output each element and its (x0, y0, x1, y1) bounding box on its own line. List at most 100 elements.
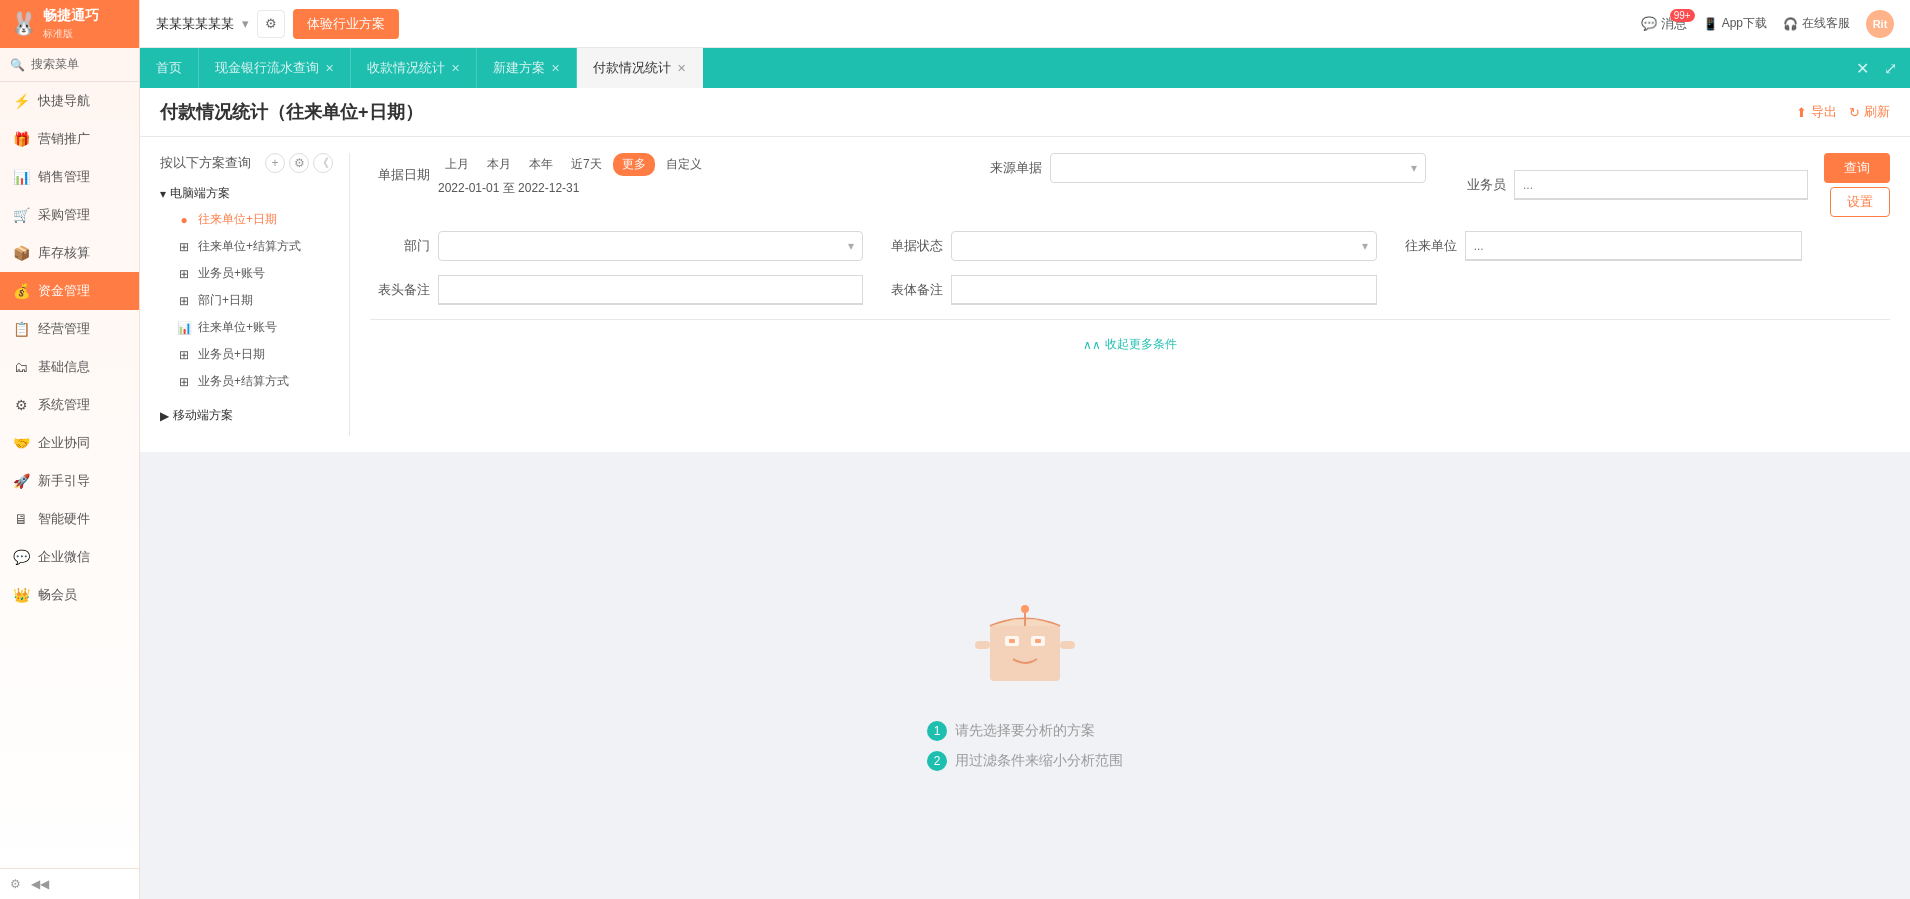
sidebar-item-sales[interactable]: 📊 销售管理 (0, 158, 139, 196)
date-btn-last-month[interactable]: 上月 (438, 153, 476, 176)
sidebar-item-wechat[interactable]: 💬 企业微信 (0, 538, 139, 576)
scheme-item-label: 业务员+日期 (198, 346, 265, 363)
tab-expand-btn[interactable]: ⤢ (1878, 56, 1902, 80)
dept-select[interactable]: ▾ (438, 231, 863, 261)
tab-receipt-stats-close[interactable]: ✕ (451, 62, 460, 75)
tab-close-all-btn[interactable]: ✕ (1850, 56, 1874, 80)
sidebar-item-basic[interactable]: 🗂 基础信息 (0, 348, 139, 386)
date-btn-this-year[interactable]: 本年 (522, 153, 560, 176)
quick-nav-icon: ⚡ (12, 92, 30, 110)
date-btn-custom[interactable]: 自定义 (659, 153, 709, 176)
sidebar-item-label: 企业协同 (38, 434, 90, 452)
tip-num-2: 2 (927, 751, 947, 771)
query-btn[interactable]: 查询 (1824, 153, 1890, 183)
tab-cash-flow-close[interactable]: ✕ (325, 62, 334, 75)
filter-settings-btn[interactable]: 设置 (1830, 187, 1890, 217)
collapse-filter-btn[interactable]: ∧∧ 收起更多条件 (1083, 328, 1177, 361)
tab-receipt-stats[interactable]: 收款情况统计 ✕ (351, 48, 477, 88)
source-bill-select[interactable]: ▾ (1050, 153, 1426, 183)
scheme-item-partner-date[interactable]: ● 往来单位+日期 (160, 206, 333, 233)
tip-num-1: 1 (927, 721, 947, 741)
refresh-icon: ↻ (1849, 105, 1860, 120)
bill-status-select[interactable]: ▾ (951, 231, 1376, 261)
topbar-left: 某某某某某某 ▾ ⚙ 体验行业方案 (156, 9, 1629, 39)
date-btn-this-month[interactable]: 本月 (480, 153, 518, 176)
date-btn-more[interactable]: 更多 (613, 153, 655, 176)
mobile-group-arrow: ▶ (160, 409, 169, 423)
collapse-panel-btn[interactable]: 《 (313, 153, 333, 173)
add-scheme-btn[interactable]: + (265, 153, 285, 173)
table-header-note-label: 表头备注 (370, 281, 430, 299)
avatar[interactable]: Rit (1866, 10, 1894, 38)
logo-version: 标准版 (43, 27, 99, 41)
export-btn[interactable]: ⬆ 导出 (1796, 103, 1837, 121)
table-body-note-input[interactable] (951, 275, 1376, 305)
sidebar-item-system[interactable]: ⚙ 系统管理 (0, 386, 139, 424)
sidebar-item-label: 资金管理 (38, 282, 90, 300)
message-btn[interactable]: 💬 消息 99+ (1641, 15, 1687, 33)
sidebar-item-member[interactable]: 👑 畅会员 (0, 576, 139, 614)
tab-new-scheme-close[interactable]: ✕ (551, 62, 560, 75)
app-download-btn[interactable]: 📱 App下载 (1703, 15, 1767, 32)
sidebar-logo: 🐰 畅捷通巧 标准版 (0, 0, 139, 48)
refresh-btn[interactable]: ↻ 刷新 (1849, 103, 1890, 121)
company-name: 某某某某某某 (156, 15, 234, 33)
operation-icon: 📋 (12, 320, 30, 338)
mobile-group-header[interactable]: ▶ 移动端方案 (160, 403, 333, 428)
sidebar-item-inventory[interactable]: 📦 库存核算 (0, 234, 139, 272)
tab-payment-stats-close[interactable]: ✕ (677, 62, 686, 75)
page-actions: ⬆ 导出 ↻ 刷新 (1796, 103, 1890, 121)
sidebar-item-capital[interactable]: 💰 资金管理 (0, 272, 139, 310)
sidebar-item-guide[interactable]: 🚀 新手引导 (0, 462, 139, 500)
settings-footer-btn[interactable]: ⚙ (10, 877, 21, 891)
date-range-value: 2022-01-01 至 2022-12-31 (438, 180, 579, 197)
trial-btn[interactable]: 体验行业方案 (293, 9, 399, 39)
sidebar-item-operation[interactable]: 📋 经营管理 (0, 310, 139, 348)
scheme-item-staff-date[interactable]: ⊞ 业务员+日期 (160, 341, 333, 368)
scheme-icon: ⊞ (176, 293, 192, 309)
empty-state: 1 请先选择要分析的方案 2 用过滤条件来缩小分析范围 (140, 452, 1910, 899)
date-btn-last-7[interactable]: 近7天 (564, 153, 609, 176)
staff-input[interactable] (1514, 170, 1808, 200)
scheme-item-partner-settle[interactable]: ⊞ 往来单位+结算方式 (160, 233, 333, 260)
company-dropdown-arrow[interactable]: ▾ (242, 16, 249, 31)
sidebar-item-hardware[interactable]: 🖥 智能硬件 (0, 500, 139, 538)
scheme-settings-btn[interactable]: ⚙ (289, 153, 309, 173)
partner-input[interactable] (1465, 231, 1802, 261)
sidebar-item-marketing[interactable]: 🎁 营销推广 (0, 120, 139, 158)
mobile-scheme-group: ▶ 移动端方案 (160, 403, 333, 428)
partner-label: 往来单位 (1397, 237, 1457, 255)
table-header-note-input[interactable] (438, 275, 863, 305)
sidebar-item-label: 基础信息 (38, 358, 90, 376)
service-icon: 🎧 (1783, 17, 1798, 31)
scheme-item-dept-date[interactable]: ⊞ 部门+日期 (160, 287, 333, 314)
svg-rect-3 (1009, 639, 1015, 643)
scheme-item-staff-settle[interactable]: ⊞ 业务员+结算方式 (160, 368, 333, 395)
tab-home-label: 首页 (156, 59, 182, 77)
topbar-gear-btn[interactable]: ⚙ (257, 10, 285, 38)
collapse-sidebar-btn[interactable]: ◀◀ (31, 877, 49, 891)
tab-new-scheme[interactable]: 新建方案 ✕ (477, 48, 577, 88)
tab-new-scheme-label: 新建方案 (493, 59, 545, 77)
sidebar-search[interactable]: 🔍 搜索菜单 (0, 48, 139, 82)
sidebar-item-quick-nav[interactable]: ⚡ 快捷导航 (0, 82, 139, 120)
svg-rect-8 (1060, 641, 1075, 649)
tab-home[interactable]: 首页 (140, 48, 199, 88)
topbar: 某某某某某某 ▾ ⚙ 体验行业方案 💬 消息 99+ 📱 App下载 🎧 在线客… (140, 0, 1910, 48)
sidebar-item-label: 系统管理 (38, 396, 90, 414)
wechat-icon: 💬 (12, 548, 30, 566)
scheme-item-staff-account[interactable]: ⊞ 业务员+账号 (160, 260, 333, 287)
filter-area: 按以下方案查询 + ⚙ 《 ▾ 电脑端方案 ● 往来单位+日期 (140, 137, 1910, 452)
mobile-group-label: 移动端方案 (173, 407, 233, 424)
desktop-group-header[interactable]: ▾ 电脑端方案 (160, 181, 333, 206)
sidebar-item-enterprise[interactable]: 🤝 企业协同 (0, 424, 139, 462)
date-filter-content: 上月 本月 本年 近7天 更多 自定义 2022-01-01 至 2022-12… (438, 153, 962, 197)
tab-cash-flow[interactable]: 现金银行流水查询 ✕ (199, 48, 351, 88)
online-service-btn[interactable]: 🎧 在线客服 (1783, 15, 1850, 32)
tab-payment-stats[interactable]: 付款情况统计 ✕ (577, 48, 703, 88)
sidebar-item-purchase[interactable]: 🛒 采购管理 (0, 196, 139, 234)
scheme-item-partner-account[interactable]: 📊 往来单位+账号 (160, 314, 333, 341)
bill-status-label: 单据状态 (883, 237, 943, 255)
partner-filter: 往来单位 (1397, 231, 1890, 261)
tabbar: 首页 现金银行流水查询 ✕ 收款情况统计 ✕ 新建方案 ✕ 付款情况统计 ✕ ✕… (140, 48, 1910, 88)
